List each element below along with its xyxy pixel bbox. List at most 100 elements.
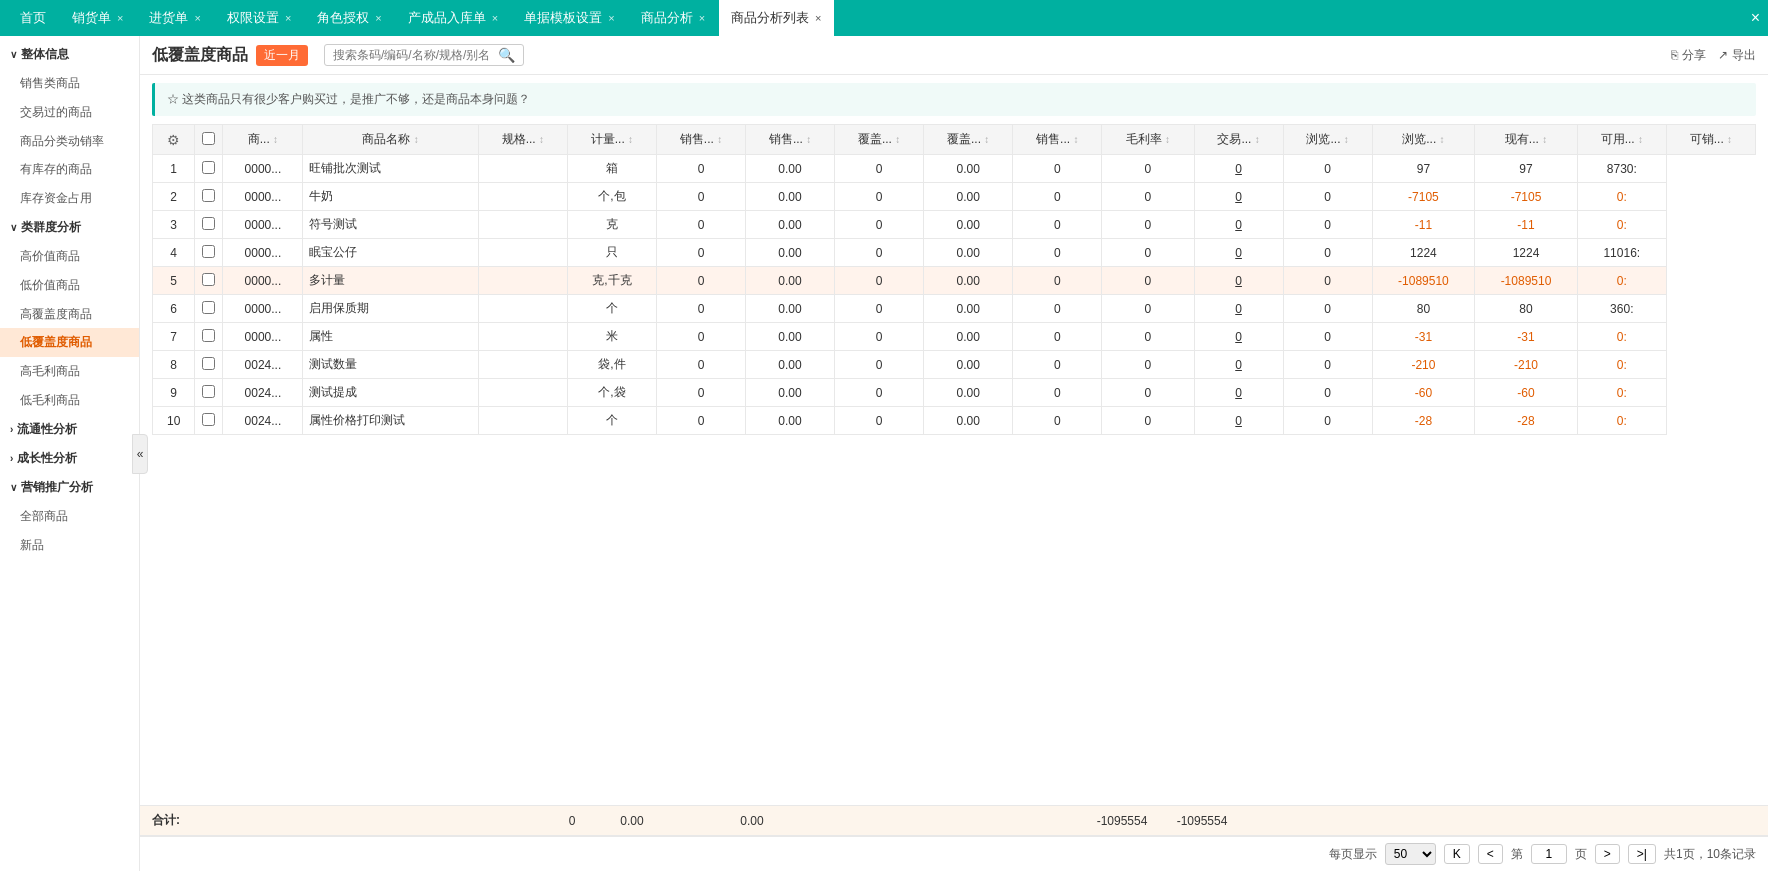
last-page-button[interactable]: >| [1628,844,1656,864]
close-sales-tab[interactable]: × [117,0,123,36]
row-checkbox[interactable] [202,189,215,202]
table-cell: 97 [1372,155,1475,183]
col-sales3[interactable]: 销售... ↕ [1013,125,1102,155]
sidebar-item-traded-goods[interactable]: 交易过的商品 [0,98,139,127]
col-current[interactable]: 现有... ↕ [1475,125,1578,155]
nav-sales[interactable]: 销货单 × [60,0,135,36]
close-role-auth-tab[interactable]: × [375,0,381,36]
close-permissions-tab[interactable]: × [285,0,291,36]
col-saleable[interactable]: 可销... ↕ [1666,125,1755,155]
nav-template-settings[interactable]: 单据模板设置 × [512,0,626,36]
table-cell[interactable]: 0 [1194,379,1283,407]
col-unit[interactable]: 计量... ↕ [567,125,656,155]
sidebar-section-marketing[interactable]: ∨ 营销推广分析 [0,473,139,502]
sidebar-item-category-rate[interactable]: 商品分类动销率 [0,127,139,156]
close-product-inbound-tab[interactable]: × [492,0,498,36]
table-cell: 0 [835,239,924,267]
sidebar-item-in-stock-goods[interactable]: 有库存的商品 [0,155,139,184]
row-checkbox[interactable] [202,273,215,286]
nav-role-auth[interactable]: 角色授权 × [305,0,393,36]
table-cell: 0 [1102,351,1194,379]
col-name[interactable]: 商品名称 ↕ [303,125,478,155]
col-browse1[interactable]: 浏览... ↕ [1283,125,1372,155]
close-analysis-list-tab[interactable]: × [815,0,821,36]
sidebar-section-overall[interactable]: ∨ 整体信息 [0,40,139,69]
table-cell[interactable]: 0 [1194,407,1283,435]
row-checkbox[interactable] [202,245,215,258]
next-page-button[interactable]: > [1595,844,1620,864]
col-margin[interactable]: 毛利率 ↕ [1102,125,1194,155]
table-cell: 袋,件 [567,351,656,379]
col-transaction[interactable]: 交易... ↕ [1194,125,1283,155]
table-cell[interactable]: 0 [1194,211,1283,239]
col-code[interactable]: 商... ↕ [223,125,303,155]
col-sales1[interactable]: 销售... ↕ [656,125,745,155]
sidebar-item-low-value[interactable]: 低价值商品 [0,271,139,300]
section-arrow-cluster: ∨ [10,222,17,233]
sidebar-section-flow[interactable]: › 流通性分析 [0,415,139,444]
table-cell[interactable]: 0 [1194,351,1283,379]
sidebar-item-high-coverage[interactable]: 高覆盖度商品 [0,300,139,329]
nav-permissions[interactable]: 权限设置 × [215,0,303,36]
row-checkbox[interactable] [202,357,215,370]
row-checkbox[interactable] [202,301,215,314]
sidebar-section-growth[interactable]: › 成长性分析 [0,444,139,473]
nav-product-analysis[interactable]: 商品分析 × [629,0,717,36]
col-spec[interactable]: 规格... ↕ [478,125,567,155]
table-cell[interactable]: 0 [1194,183,1283,211]
table-cell [478,155,567,183]
close-purchase-tab[interactable]: × [194,0,200,36]
nav-product-inbound[interactable]: 产成品入库单 × [396,0,510,36]
sidebar-item-low-margin[interactable]: 低毛利商品 [0,386,139,415]
export-button[interactable]: ↗ 导出 [1718,47,1756,64]
sidebar-collapse-button[interactable]: « [132,434,148,474]
date-filter-button[interactable]: 近一月 [256,45,308,66]
sidebar-item-new-goods[interactable]: 新品 [0,531,139,560]
page-number-input[interactable] [1531,844,1567,864]
nav-home[interactable]: 首页 [8,0,58,36]
data-table: ⚙ 商... ↕ 商品名称 ↕ 规格... ↕ 计量... ↕ 销售... ↕ … [152,124,1756,435]
close-analysis-tab[interactable]: × [699,0,705,36]
col-coverage2[interactable]: 覆盖... ↕ [924,125,1013,155]
search-input[interactable] [333,48,498,62]
share-button[interactable]: ⎘ 分享 [1671,47,1706,64]
sidebar-item-low-coverage[interactable]: 低覆盖度商品 [0,328,139,357]
row-checkbox[interactable] [202,329,215,342]
col-browse2[interactable]: 浏览... ↕ [1372,125,1475,155]
sidebar-item-all-goods[interactable]: 全部商品 [0,502,139,531]
content-header: 低覆盖度商品 近一月 🔍 ⎘ 分享 ↗ 导出 [140,36,1768,75]
table-cell[interactable]: 0 [1194,155,1283,183]
table-cell: 7 [153,323,195,351]
col-settings[interactable]: ⚙ [153,125,195,155]
table-cell[interactable]: 0 [1194,267,1283,295]
table-cell: 0 [1283,155,1372,183]
table-cell[interactable]: 0 [1194,323,1283,351]
close-template-tab[interactable]: × [608,0,614,36]
export-icon: ↗ [1718,48,1728,62]
nav-purchase[interactable]: 进货单 × [137,0,212,36]
sidebar-item-inventory-capital[interactable]: 库存资金占用 [0,184,139,213]
table-cell[interactable]: 0 [1194,295,1283,323]
table-cell[interactable]: 0 [1194,239,1283,267]
first-page-button[interactable]: K [1444,844,1470,864]
table-cell: 0 [1102,295,1194,323]
footer-col-saleable: -1095554 [1162,814,1242,828]
col-coverage1[interactable]: 覆盖... ↕ [835,125,924,155]
table-cell: 0.00 [746,379,835,407]
nav-product-analysis-list[interactable]: 商品分析列表 × [719,0,833,36]
sidebar-item-high-margin[interactable]: 高毛利商品 [0,357,139,386]
prev-page-button[interactable]: < [1478,844,1503,864]
sidebar-item-sales-goods[interactable]: 销售类商品 [0,69,139,98]
row-checkbox[interactable] [202,161,215,174]
sidebar-item-high-value[interactable]: 高价值商品 [0,242,139,271]
per-page-select[interactable]: 50 100 200 [1385,843,1436,865]
col-available[interactable]: 可用... ↕ [1577,125,1666,155]
row-checkbox[interactable] [202,413,215,426]
col-sales2[interactable]: 销售... ↕ [746,125,835,155]
sidebar-section-cluster[interactable]: ∨ 类群度分析 [0,213,139,242]
window-close-button[interactable]: × [1751,9,1760,27]
row-checkbox[interactable] [202,217,215,230]
row-checkbox[interactable] [202,385,215,398]
select-all-checkbox[interactable] [202,132,215,145]
table-row: 30000...符号测试克00.0000.000000-11-110: [153,211,1756,239]
